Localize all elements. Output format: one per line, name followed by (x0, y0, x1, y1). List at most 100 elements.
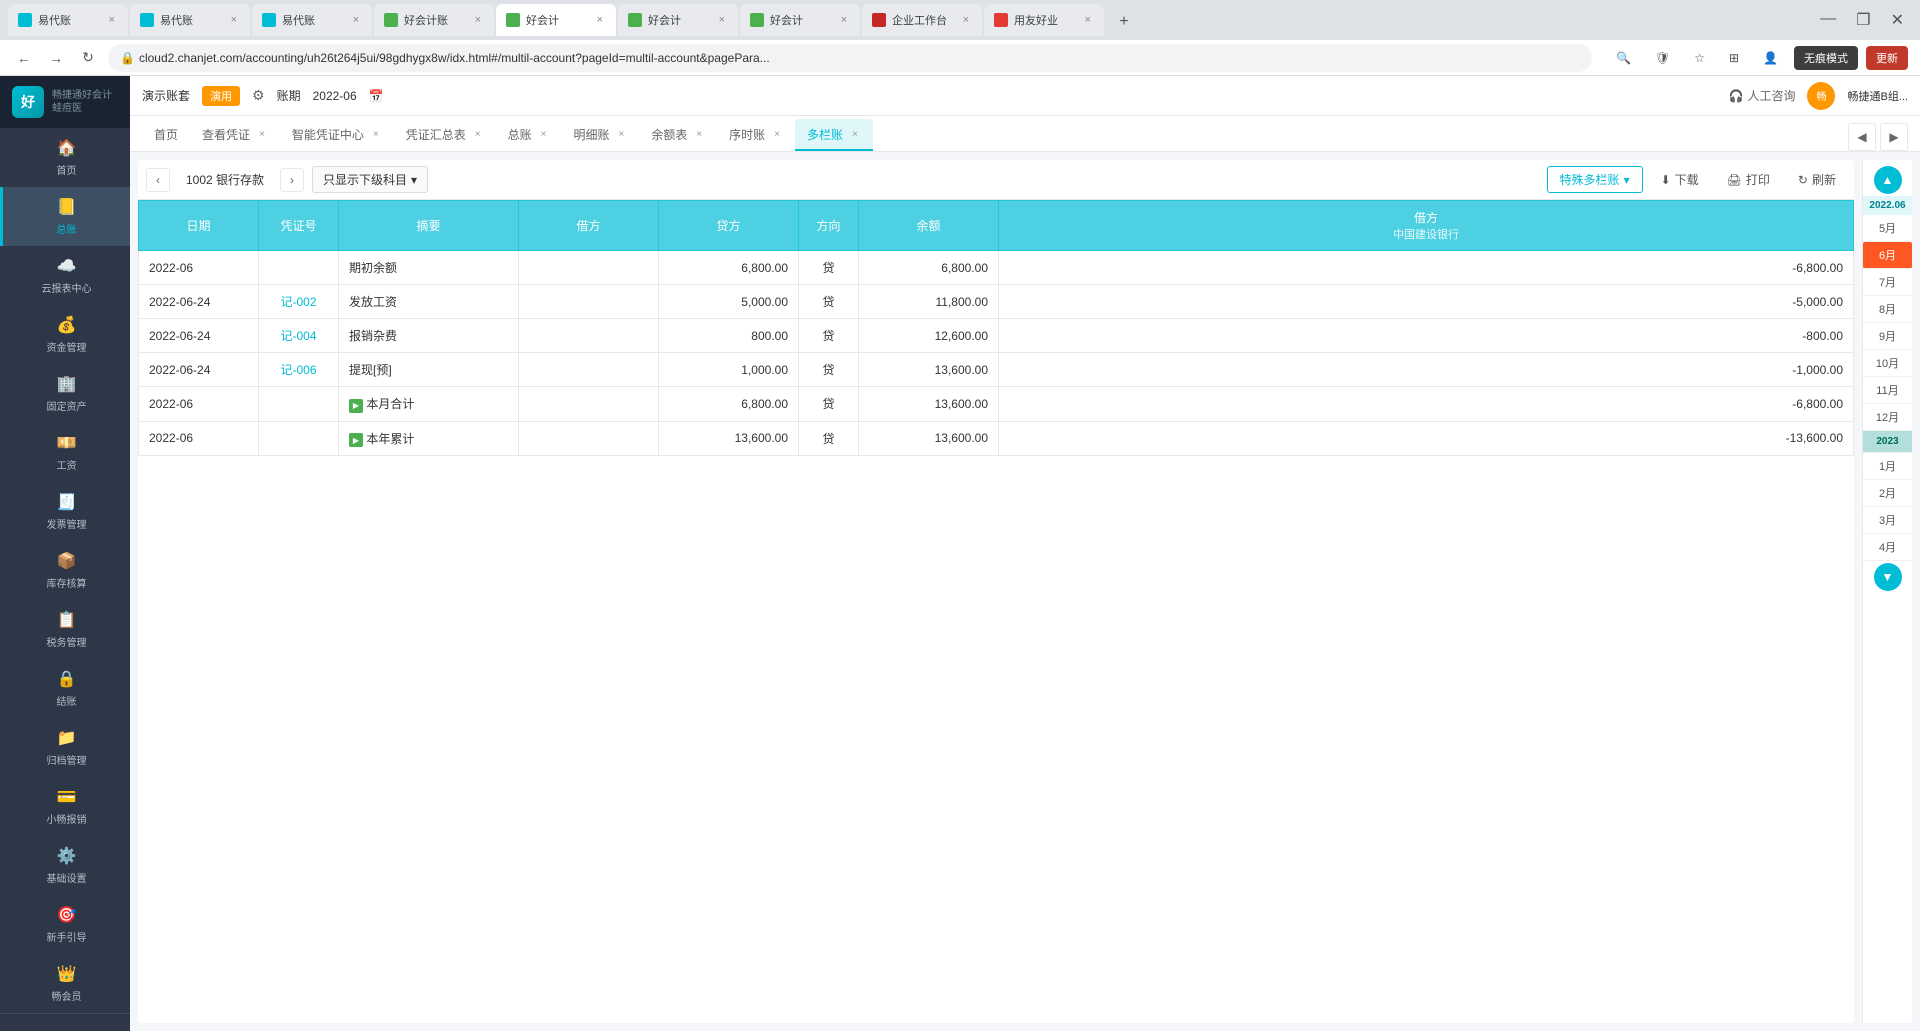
calendar-month-apr-2023[interactable]: 4月 (1863, 534, 1912, 561)
sidebar-item-salary[interactable]: 💴 工资 (0, 423, 130, 482)
tab-multi-col-ledger[interactable]: 多栏账 × (795, 119, 873, 151)
browser-tab-5[interactable]: 好会计 × (496, 4, 616, 36)
tab-voucher-view-close[interactable]: × (256, 128, 268, 141)
update-button[interactable]: 更新 (1866, 46, 1908, 70)
browser-tab-9[interactable]: 用友好业 × (984, 4, 1104, 36)
sidebar-item-invoice[interactable]: 🧾 发票管理 (0, 482, 130, 541)
calendar-month-jan-2023[interactable]: 1月 (1863, 453, 1912, 480)
calendar-icon[interactable]: 📅 (369, 89, 384, 103)
sidebar-item-settings[interactable]: ⚙️ 基础设置 (0, 836, 130, 895)
refresh-button[interactable]: ↻ (76, 46, 100, 70)
sidebar-item-guide[interactable]: 🎯 新手引导 (0, 895, 130, 954)
user-avatar[interactable]: 畅 (1807, 82, 1835, 110)
expand-panel-button[interactable]: ▶ (1880, 123, 1908, 151)
download-button[interactable]: ⬇ 下载 (1651, 167, 1709, 192)
cell-voucher-1[interactable]: 记-002 (259, 285, 339, 319)
tab-voucher-summary[interactable]: 凭证汇总表 × (394, 119, 496, 151)
collapse-panel-button[interactable]: ◀ (1848, 123, 1876, 151)
tab-balance-table[interactable]: 余额表 × (639, 119, 717, 151)
minimize-button[interactable]: — (1812, 6, 1844, 34)
tab-sequence-ledger[interactable]: 序时账 × (717, 119, 795, 151)
forward-button[interactable]: → (44, 46, 68, 70)
extensions-icon[interactable]: ⊞ (1721, 47, 1747, 69)
tab-close-8[interactable]: × (960, 13, 972, 27)
calendar-month-dec[interactable]: 12月 (1863, 404, 1912, 431)
calendar-month-nov[interactable]: 11月 (1863, 377, 1912, 404)
calendar-month-may[interactable]: 5月 (1863, 215, 1912, 242)
url-bar[interactable]: 🔒 cloud2.chanjet.com/accounting/uh26t264… (108, 44, 1592, 72)
browser-tab-7[interactable]: 好会计 × (740, 4, 860, 36)
filter-dropdown-button[interactable]: 只显示下级科目 ▾ (312, 166, 428, 193)
shield-icon[interactable]: 🛡 (1647, 47, 1678, 69)
service-button[interactable]: 🎧 人工咨询 (1729, 87, 1796, 104)
no-trace-button[interactable]: 无痕模式 (1794, 46, 1858, 70)
browser-tab-6[interactable]: 好会计 × (618, 4, 738, 36)
tab-close-7[interactable]: × (838, 13, 850, 27)
print-button[interactable]: 🖨 打印 (1717, 167, 1780, 192)
tab-general-ledger-close[interactable]: × (538, 128, 550, 141)
prev-account-button[interactable]: ‹ (146, 168, 170, 192)
tab-smart-voucher[interactable]: 智能凭证中心 × (280, 119, 394, 151)
cell-date-1: 2022-06-24 (139, 285, 259, 319)
new-tab-button[interactable]: + (1110, 8, 1138, 36)
tab-sequence-ledger-close[interactable]: × (771, 128, 783, 141)
tab-close-5[interactable]: × (594, 13, 606, 27)
back-button[interactable]: ← (12, 46, 36, 70)
tab-voucher-summary-close[interactable]: × (472, 128, 484, 141)
next-account-button[interactable]: › (280, 168, 304, 192)
calendar-month-sep[interactable]: 9月 (1863, 323, 1912, 350)
sidebar-item-expense[interactable]: 💳 小畅报销 (0, 777, 130, 836)
sidebar-item-assets[interactable]: 🏢 固定资产 (0, 364, 130, 423)
sidebar-item-ledger[interactable]: 📒 总账 (0, 187, 130, 246)
settings-gear-icon[interactable]: ⚙ (252, 87, 265, 104)
sidebar-item-tax[interactable]: 📋 税务管理 (0, 600, 130, 659)
calendar-month-feb-2023[interactable]: 2月 (1863, 480, 1912, 507)
browser-tab-2[interactable]: 易代账 × (130, 4, 250, 36)
sidebar-item-inventory[interactable]: 📦 库存核算 (0, 541, 130, 600)
sidebar-item-home[interactable]: 🏠 首页 (0, 128, 130, 187)
sidebar-item-vip[interactable]: 👑 畅会员 (0, 954, 130, 1013)
maximize-button[interactable]: ❐ (1848, 6, 1878, 34)
user-icon[interactable]: 👤 (1755, 47, 1786, 69)
user-name[interactable]: 畅捷通B组... (1847, 88, 1908, 104)
tab-general-ledger[interactable]: 总账 × (496, 119, 562, 151)
tab-close-2[interactable]: × (228, 13, 240, 27)
cell-voucher-2[interactable]: 记-004 (259, 319, 339, 353)
tab-close-1[interactable]: × (106, 13, 118, 27)
calendar-month-oct[interactable]: 10月 (1863, 350, 1912, 377)
close-window-button[interactable]: ✕ (1883, 6, 1912, 34)
calendar-month-aug[interactable]: 8月 (1863, 296, 1912, 323)
calendar-month-mar-2023[interactable]: 3月 (1863, 507, 1912, 534)
refresh-button[interactable]: ↻ 刷新 (1788, 167, 1846, 192)
tab-close-9[interactable]: × (1082, 13, 1094, 27)
tab-voucher-view[interactable]: 查看凭证 × (190, 119, 280, 151)
tab-multi-col-ledger-close[interactable]: × (849, 128, 861, 141)
demo-badge[interactable]: 演用 (202, 86, 240, 106)
sidebar-item-archive[interactable]: 📁 归档管理 (0, 718, 130, 777)
tab-close-3[interactable]: × (350, 13, 362, 27)
unpin-button[interactable]: ◀ 取消固定 (4, 1022, 126, 1031)
tab-close-4[interactable]: × (472, 13, 484, 27)
calendar-scroll-up[interactable]: ▲ (1874, 166, 1902, 194)
sidebar-item-funds[interactable]: 💰 资金管理 (0, 305, 130, 364)
tab-close-6[interactable]: × (716, 13, 728, 27)
sidebar-logo[interactable]: 好 畅捷通好会计 蛙痘医 (0, 76, 130, 128)
browser-tab-3[interactable]: 易代账 × (252, 4, 372, 36)
calendar-month-july[interactable]: 7月 (1863, 269, 1912, 296)
sidebar-item-close[interactable]: 🔒 结账 (0, 659, 130, 718)
tab-detail-ledger[interactable]: 明细账 × (561, 119, 639, 151)
cell-voucher-3[interactable]: 记-006 (259, 353, 339, 387)
browser-tab-4[interactable]: 好会计账 × (374, 4, 494, 36)
browser-tab-1[interactable]: 易代账 × (8, 4, 128, 36)
search-icon[interactable]: 🔍 (1608, 47, 1639, 69)
tab-home[interactable]: 首页 (142, 119, 190, 151)
calendar-month-june[interactable]: 6月 (1863, 242, 1912, 269)
tab-detail-ledger-close[interactable]: × (615, 128, 627, 141)
multi-col-button[interactable]: 特殊多栏账 ▾ (1547, 166, 1643, 193)
calendar-scroll-down[interactable]: ▼ (1874, 563, 1902, 591)
star-icon[interactable]: ☆ (1686, 47, 1713, 69)
browser-tab-8[interactable]: 企业工作台 × (862, 4, 982, 36)
tab-balance-table-close[interactable]: × (693, 128, 705, 141)
sidebar-item-reports[interactable]: ☁️ 云报表中心 (0, 246, 130, 305)
tab-smart-voucher-close[interactable]: × (370, 128, 382, 141)
